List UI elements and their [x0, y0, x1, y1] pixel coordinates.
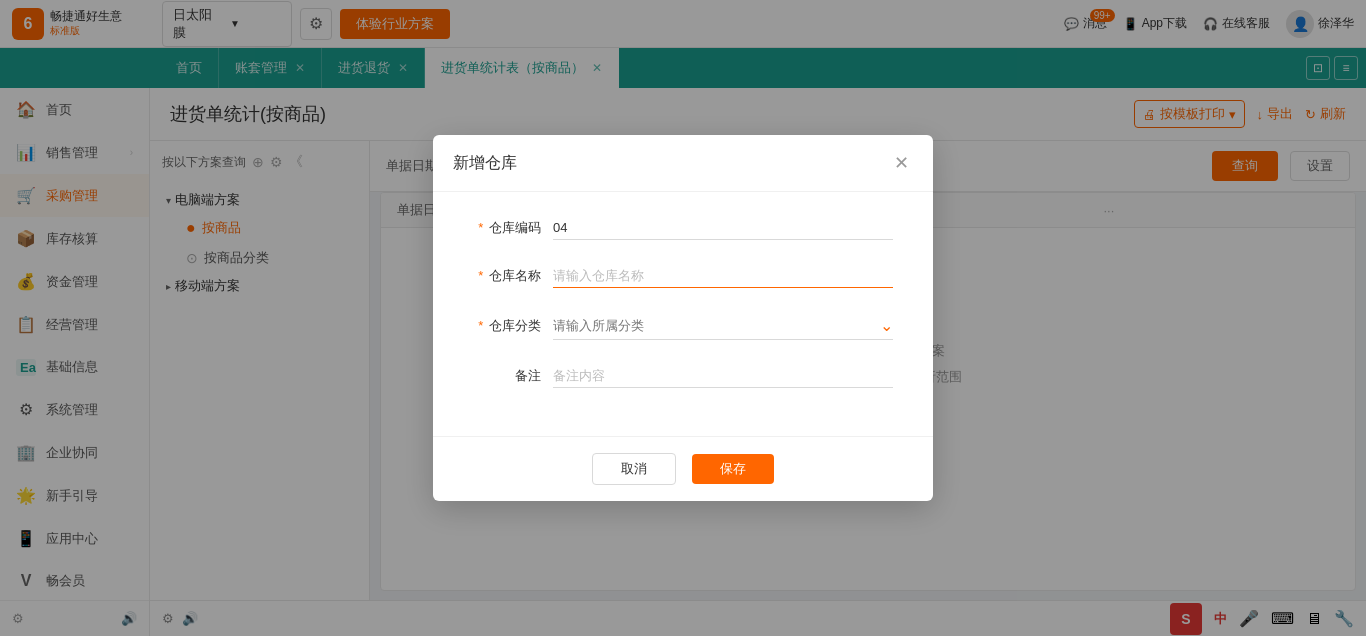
name-input[interactable]: [553, 264, 893, 288]
modal-overlay: 新增仓库 ✕ * 仓库编码 * 仓库名称: [0, 0, 1366, 636]
dialog-body: * 仓库编码 * 仓库名称 * 仓库分类: [433, 192, 933, 436]
name-required: *: [478, 268, 483, 283]
category-label: * 仓库分类: [473, 317, 553, 335]
dialog-close-button[interactable]: ✕: [889, 151, 913, 175]
category-select[interactable]: ⌄: [553, 312, 893, 340]
category-required: *: [478, 318, 483, 333]
code-input[interactable]: [553, 216, 893, 240]
dialog-footer: 取消 保存: [433, 436, 933, 501]
dialog-header: 新增仓库 ✕: [433, 135, 933, 192]
category-arrow-icon: ⌄: [880, 316, 893, 335]
remark-label: 备注: [473, 367, 553, 385]
cancel-button[interactable]: 取消: [592, 453, 676, 485]
dialog-title: 新增仓库: [453, 153, 517, 174]
name-field-row: * 仓库名称: [473, 264, 893, 288]
save-button[interactable]: 保存: [692, 454, 774, 484]
code-label: * 仓库编码: [473, 219, 553, 237]
category-input[interactable]: [553, 318, 880, 333]
category-field-row: * 仓库分类 ⌄: [473, 312, 893, 340]
new-warehouse-dialog: 新增仓库 ✕ * 仓库编码 * 仓库名称: [433, 135, 933, 501]
name-label: * 仓库名称: [473, 267, 553, 285]
code-field-row: * 仓库编码: [473, 216, 893, 240]
remark-field-row: 备注: [473, 364, 893, 388]
remark-input[interactable]: [553, 364, 893, 388]
code-required: *: [478, 220, 483, 235]
